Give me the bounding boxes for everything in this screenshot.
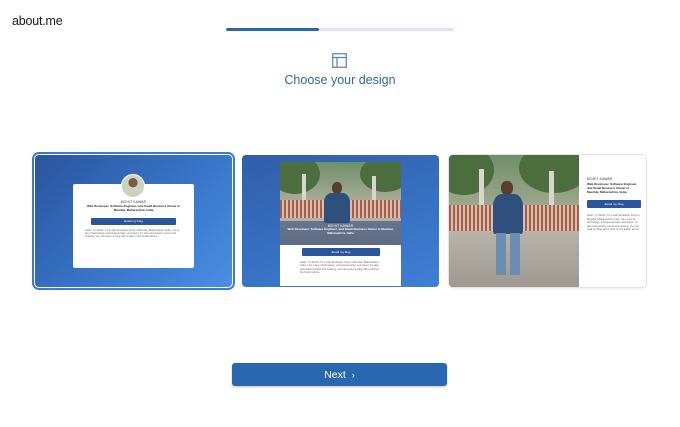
profile-photo [449,155,579,287]
avatar [121,174,145,198]
layout-icon [332,53,347,68]
preview-bio: Hello ! I'm Mohit. I'm a web developer l… [85,228,180,239]
preview-bio: Hello ! I'm Mohit. I'm a web developer l… [587,214,640,232]
design-card-banner[interactable]: MOHIT KAWAR Web Developer, Software Engi… [242,155,439,287]
preview-bio: Hello ! I'm Mohit. I'm a web developer l… [300,261,380,275]
preview-headline: Web Developer, Software Engineer, and Sm… [287,227,394,235]
design-card-centered[interactable]: MOHIT KAWAR Web Developer, Software Engi… [32,152,235,290]
preview-headline: Web Developer, Software Engineer, and Sm… [587,182,638,194]
preview-button: Email my blog [91,217,176,225]
preview-name: MOHIT KAWAR [587,177,613,181]
preview-button: Email my blog [587,200,641,209]
progress-bar [226,28,454,31]
preview-title-overlay: MOHIT KAWAR Web Developer, Software Engi… [280,221,401,245]
page-title: Choose your design [284,73,396,87]
design-card-split[interactable]: MOHIT KAWAR Web Developer, Software Engi… [449,155,646,287]
next-button-label: Next [324,368,346,381]
about-me-logo[interactable]: about.me [12,14,63,28]
preview-headline: Web Developer, Software Engineer, and Sm… [87,204,180,212]
chevron-right-icon: › [351,369,355,380]
preview-button: Email my blog [302,248,380,256]
design-preview-panel: MOHIT KAWAR Web Developer, Software Engi… [587,177,641,231]
design-chooser-page: about.me Choose your design MOHIT KAWAR … [0,0,680,427]
next-button[interactable]: Next › [232,363,447,386]
progress-bar-fill [226,28,320,31]
